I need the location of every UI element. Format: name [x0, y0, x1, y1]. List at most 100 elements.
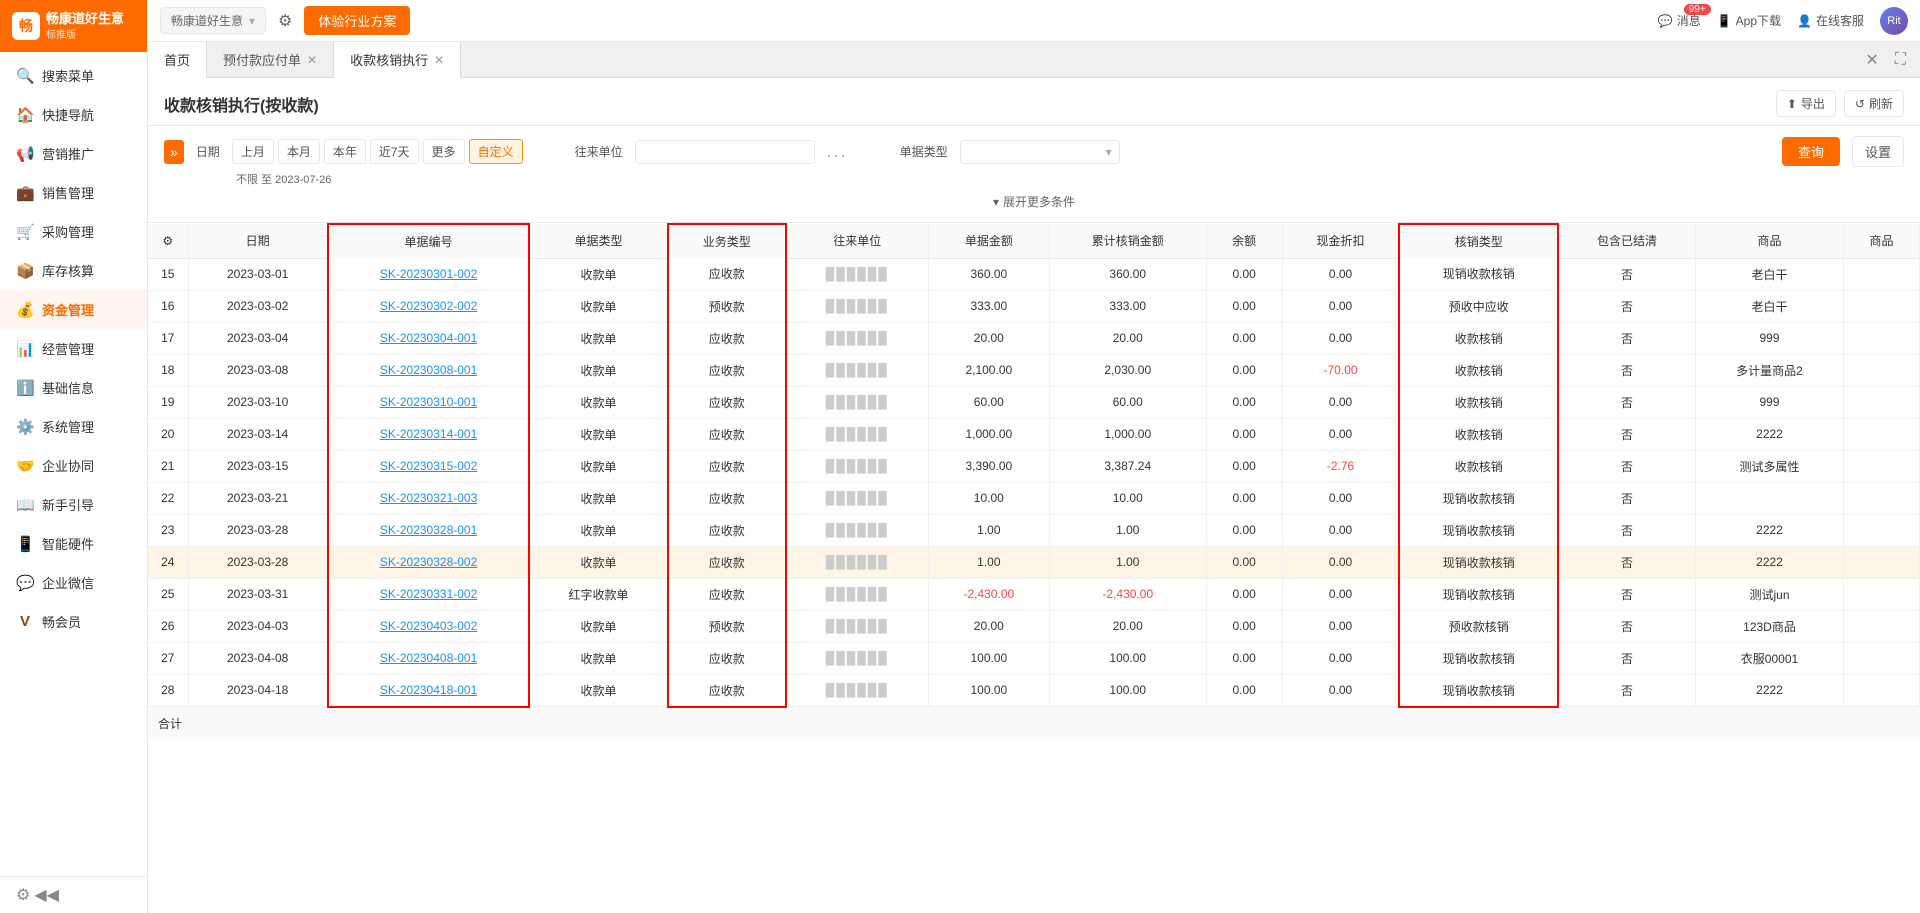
sidebar-item-finance[interactable]: 💰 资金管理: [0, 290, 147, 329]
cell-slip-no[interactable]: SK-20230403-002: [328, 610, 529, 642]
cell-write-off-type: 现销收款核销: [1399, 514, 1558, 546]
cell-slip-no[interactable]: SK-20230328-001: [328, 514, 529, 546]
th-settings[interactable]: ⚙: [148, 224, 188, 258]
tab-advance[interactable]: 预付款应付单 ✕: [207, 42, 334, 78]
cell-write-off-type: 现销收款核销: [1399, 674, 1558, 707]
tabbar: 首页 预付款应付单 ✕ 收款核销执行 ✕ ✕ ⛶: [148, 42, 1920, 78]
sidebar-item-inventory[interactable]: 📦 库存核算: [0, 251, 147, 290]
date-btn-this-year[interactable]: 本年: [324, 139, 366, 164]
brand-dropdown-icon[interactable]: ▾: [249, 14, 255, 28]
solution-button[interactable]: 体验行业方案: [304, 6, 410, 35]
gear-icon[interactable]: ⚙: [274, 7, 296, 35]
cell-goods2: [1843, 642, 1919, 674]
cell-balance: 0.00: [1206, 418, 1282, 450]
cell-slip-no[interactable]: SK-20230331-002: [328, 578, 529, 610]
cell-slip-no[interactable]: SK-20230301-002: [328, 258, 529, 290]
expand-more-btn[interactable]: ▾ 展开更多条件: [164, 187, 1904, 212]
setting-button[interactable]: 设置: [1852, 136, 1904, 167]
cell-slip-no[interactable]: SK-20230310-001: [328, 386, 529, 418]
cell-slip-no[interactable]: SK-20230302-002: [328, 290, 529, 322]
inventory-icon: 📦: [16, 262, 34, 280]
cell-slip-no[interactable]: SK-20230418-001: [328, 674, 529, 707]
cell-slip-no[interactable]: SK-20230321-003: [328, 482, 529, 514]
cell-date: 2023-03-14: [188, 418, 328, 450]
sidebar-item-quicknav[interactable]: 🏠 快捷导航: [0, 95, 147, 134]
tab-advance-close[interactable]: ✕: [307, 53, 317, 67]
date-btn-last-month[interactable]: 上月: [232, 139, 274, 164]
tab-collection[interactable]: 收款核销执行 ✕: [334, 42, 461, 78]
query-button[interactable]: 查询: [1782, 137, 1840, 166]
message-button[interactable]: 💬 消息 99+: [1658, 12, 1701, 29]
cell-cash-discount: 0.00: [1282, 514, 1399, 546]
tab-collection-close[interactable]: ✕: [434, 53, 444, 67]
cell-idx: 27: [148, 642, 188, 674]
cell-write-off: 1,000.00: [1049, 418, 1206, 450]
th-write-off: 累计核销金额: [1049, 224, 1206, 258]
cell-slip-type: 收款单: [529, 386, 667, 418]
cell-date: 2023-04-18: [188, 674, 328, 707]
cell-write-off: 1.00: [1049, 546, 1206, 578]
sidebar-item-system[interactable]: ⚙️ 系统管理: [0, 407, 147, 446]
cell-slip-type: 收款单: [529, 258, 667, 290]
sidebar-item-enterprise[interactable]: 🤝 企业协同: [0, 446, 147, 485]
cell-goods: 123D商品: [1696, 610, 1844, 642]
sidebar-nav: 🔍 搜索菜单 🏠 快捷导航 📢 营销推广 💼 销售管理 🛒 采购管理 📦 库存核…: [0, 52, 147, 876]
refresh-button[interactable]: ↺ 刷新: [1844, 90, 1904, 117]
cell-idx: 20: [148, 418, 188, 450]
th-slip-type: 单据类型: [529, 224, 667, 258]
system-icon: ⚙️: [16, 418, 34, 436]
topbar-actions: 💬 消息 99+ 📱 App下载 👤 在线客服 Rit: [1658, 7, 1908, 35]
date-btn-7days[interactable]: 近7天: [370, 139, 419, 164]
app-download-button[interactable]: 📱 App下载: [1717, 12, 1781, 29]
brand-text: 畅康道好生意: [171, 12, 243, 29]
cell-cash-discount: 0.00: [1282, 578, 1399, 610]
cell-balance: 0.00: [1206, 674, 1282, 707]
sidebar-item-operation[interactable]: 📊 经营管理: [0, 329, 147, 368]
filter-dots: ...: [827, 141, 848, 162]
sidebar-bottom: ⚙ ◀◀: [0, 876, 147, 913]
cell-cash-discount: 0.00: [1282, 674, 1399, 707]
th-counterpart: 往来单位: [786, 224, 929, 258]
cell-write-off: 3,387.24: [1049, 450, 1206, 482]
sidebar-item-basic[interactable]: ℹ️ 基础信息: [0, 368, 147, 407]
cell-slip-type: 收款单: [529, 482, 667, 514]
cell-biz-type: 应收款: [668, 386, 786, 418]
date-btn-custom[interactable]: 自定义: [469, 139, 523, 164]
cell-date: 2023-03-15: [188, 450, 328, 482]
sidebar-item-hardware[interactable]: 📱 智能硬件: [0, 524, 147, 563]
cell-slip-no[interactable]: SK-20230304-001: [328, 322, 529, 354]
cell-biz-type: 预收款: [668, 290, 786, 322]
avatar[interactable]: Rit: [1880, 7, 1908, 35]
cell-balance: 0.00: [1206, 386, 1282, 418]
collapse-icon[interactable]: ◀◀: [34, 885, 59, 905]
settings-icon[interactable]: ⚙: [16, 885, 30, 905]
date-btn-this-month[interactable]: 本月: [278, 139, 320, 164]
cell-slip-type: 收款单: [529, 450, 667, 482]
sidebar-item-marketing[interactable]: 📢 营销推广: [0, 134, 147, 173]
cell-write-off-type: 现销收款核销: [1399, 642, 1558, 674]
cell-idx: 22: [148, 482, 188, 514]
cell-include-settled: 否: [1558, 450, 1696, 482]
tab-expand-button[interactable]: ⛶: [1889, 46, 1912, 74]
cell-slip-no[interactable]: SK-20230308-001: [328, 354, 529, 386]
sidebar-item-member[interactable]: V 畅会员: [0, 602, 147, 641]
cell-slip-no[interactable]: SK-20230328-002: [328, 546, 529, 578]
cell-slip-no[interactable]: SK-20230314-001: [328, 418, 529, 450]
sidebar-item-purchase[interactable]: 🛒 采购管理: [0, 212, 147, 251]
sidebar-item-guide[interactable]: 📖 新手引导: [0, 485, 147, 524]
cell-slip-no[interactable]: SK-20230315-002: [328, 450, 529, 482]
counterpart-input[interactable]: [635, 140, 815, 164]
online-service-button[interactable]: 👤 在线客服: [1797, 12, 1864, 29]
cell-slip-no[interactable]: SK-20230408-001: [328, 642, 529, 674]
sidebar-item-wechat[interactable]: 💬 企业微信: [0, 563, 147, 602]
date-btn-more[interactable]: 更多: [423, 139, 465, 164]
tab-close-all-button[interactable]: ✕: [1859, 46, 1884, 74]
tab-home[interactable]: 首页: [148, 42, 207, 78]
cell-counterpart: ██████: [786, 290, 929, 322]
cell-slip-type: 红字收款单: [529, 578, 667, 610]
slip-type-select[interactable]: [960, 140, 1120, 164]
sidebar-item-sales[interactable]: 💼 销售管理: [0, 173, 147, 212]
sidebar-item-search[interactable]: 🔍 搜索菜单: [0, 56, 147, 95]
filter-collapse-btn[interactable]: »: [164, 140, 184, 164]
export-button[interactable]: ⬆ 导出: [1776, 90, 1836, 117]
